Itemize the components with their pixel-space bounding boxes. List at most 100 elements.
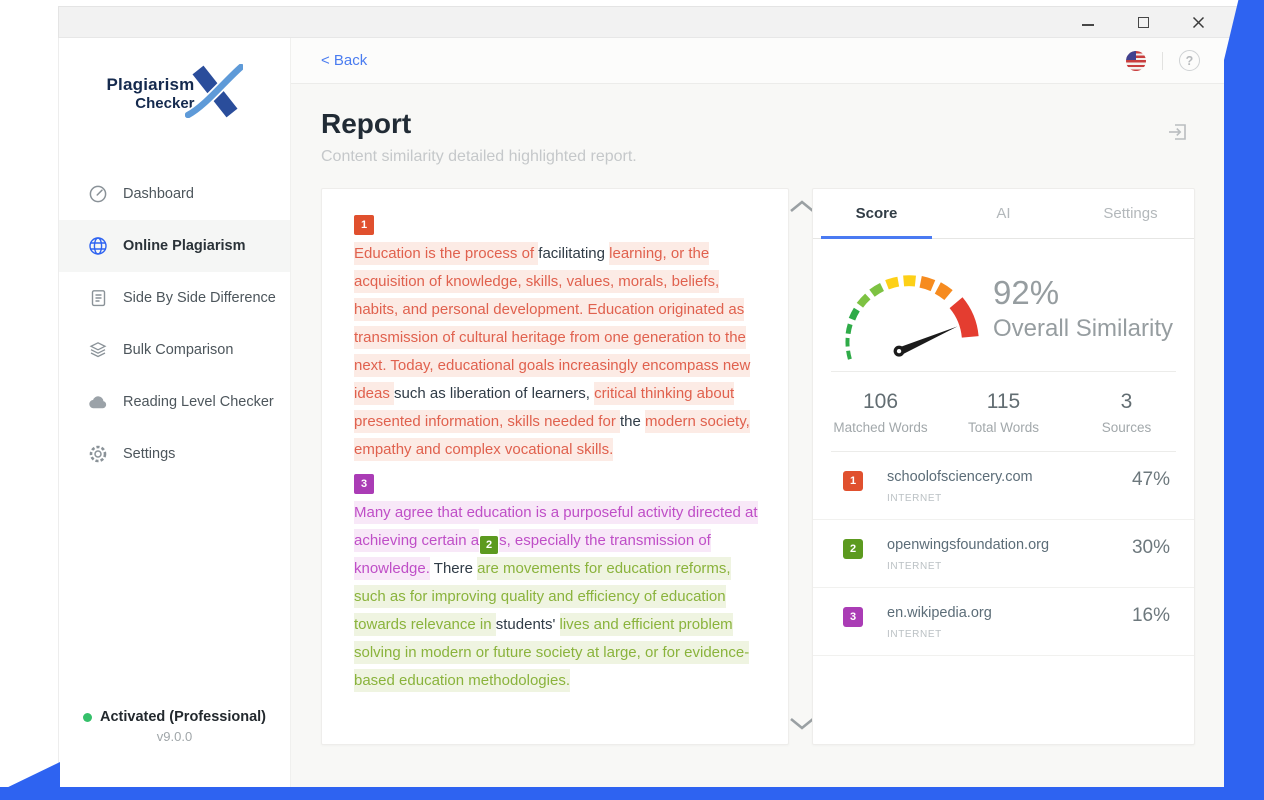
source-row[interactable]: 2 openwingsfoundation.org INTERNET 30%	[813, 520, 1194, 588]
source-row[interactable]: 1 schoolofsciencery.com INTERNET 47%	[813, 452, 1194, 520]
score-panel: Score AI Settings	[812, 188, 1195, 745]
logo-line2: Checker	[107, 95, 195, 112]
sidebar-item-label: Bulk Comparison	[123, 342, 233, 358]
sidebar-item-label: Reading Level Checker	[123, 394, 274, 410]
source-percent: 16%	[1132, 605, 1170, 627]
source-info: en.wikipedia.org INTERNET	[887, 605, 992, 640]
window-accent-bottom	[0, 787, 1264, 800]
source-kind: INTERNET	[887, 493, 1033, 504]
source-3-marker-badge[interactable]: 3	[354, 474, 374, 494]
source-number-badge: 2	[843, 539, 863, 559]
sidebar: Plagiarism Checker Dashboard Online Pl	[58, 38, 291, 788]
highlighted-report-panel: 1 Education is the process of facilitati…	[321, 188, 789, 745]
source-row[interactable]: 3 en.wikipedia.org INTERNET 16%	[813, 588, 1194, 656]
source-number-badge: 3	[843, 607, 863, 627]
logo-line1: Plagiarism	[107, 75, 195, 95]
source-number-badge: 1	[843, 471, 863, 491]
window-accent-corner	[0, 762, 60, 791]
sidebar-item-settings[interactable]: Settings	[59, 428, 290, 480]
layers-icon	[88, 340, 108, 360]
sidebar-item-label: Dashboard	[123, 186, 194, 202]
logo-x-icon	[185, 64, 243, 118]
stat-matched-words: 106 Matched Words	[819, 390, 942, 435]
matched-text-run: Education is the process of	[354, 242, 538, 265]
gear-icon	[88, 444, 108, 464]
maximize-icon	[1138, 17, 1149, 28]
source-info: openwingsfoundation.org INTERNET	[887, 537, 1049, 572]
stat-value: 115	[942, 390, 1065, 414]
window-titlebar	[58, 6, 1264, 38]
sidebar-item-bulk-comparison[interactable]: Bulk Comparison	[59, 324, 290, 376]
sidebar-item-reading-level[interactable]: Reading Level Checker	[59, 376, 290, 428]
sidebar-item-dashboard[interactable]: Dashboard	[59, 168, 290, 220]
app-window: Plagiarism Checker Dashboard Online Pl	[0, 0, 1264, 800]
document-content: 1 Education is the process of facilitati…	[322, 189, 788, 695]
back-link[interactable]: < Back	[321, 52, 367, 69]
stat-sources: 3 Sources	[1065, 390, 1188, 435]
activation-label: Activated (Professional)	[100, 709, 266, 725]
app-logo-text: Plagiarism Checker	[107, 75, 195, 112]
cloud-icon	[88, 392, 108, 412]
window-accent-right	[1224, 0, 1264, 800]
main-content: < Back ? Report Content similarity detai…	[291, 38, 1264, 788]
export-report-button[interactable]	[1166, 120, 1190, 144]
minimize-icon	[1082, 24, 1094, 26]
source-domain: en.wikipedia.org	[887, 605, 992, 621]
stat-label: Sources	[1065, 420, 1188, 435]
activation-dot-icon	[83, 713, 92, 722]
sidebar-item-label: Side By Side Difference	[123, 290, 276, 306]
text-run: facilitating	[538, 242, 609, 265]
sidebar-item-online-plagiarism[interactable]: Online Plagiarism	[59, 220, 290, 272]
help-button[interactable]: ?	[1179, 50, 1200, 71]
stats-row: 106 Matched Words 115 Total Words 3 Sour…	[813, 372, 1194, 451]
page-subtitle: Content similarity detailed highlighted …	[321, 148, 1264, 166]
app-version: v9.0.0	[59, 729, 290, 744]
sidebar-menu: Dashboard Online Plagiarism Side By Side…	[59, 168, 290, 480]
score-panel-tabs: Score AI Settings	[813, 189, 1194, 239]
source-1-marker-badge[interactable]: 1	[354, 215, 374, 235]
tab-score[interactable]: Score	[813, 189, 940, 238]
document-paragraph: 3 Many agree that education is a purpose…	[354, 474, 764, 695]
document-paragraph: 1 Education is the process of facilitati…	[354, 215, 764, 464]
overall-similarity-label: Overall Similarity	[993, 315, 1173, 343]
text-run: students'	[496, 613, 560, 636]
close-button[interactable]	[1191, 15, 1205, 29]
source-2-marker-badge[interactable]: 2	[480, 536, 498, 554]
us-flag-icon[interactable]	[1126, 51, 1146, 71]
maximize-button[interactable]	[1136, 15, 1150, 29]
globe-icon	[88, 236, 108, 256]
overall-similarity-section: 92% Overall Similarity	[813, 239, 1194, 371]
text-run: the	[620, 410, 645, 433]
sidebar-item-side-by-side[interactable]: Side By Side Difference	[59, 272, 290, 324]
source-kind: INTERNET	[887, 629, 992, 640]
document-text: Many agree that education is a purposefu…	[354, 499, 766, 695]
stat-value: 3	[1065, 390, 1188, 414]
source-kind: INTERNET	[887, 561, 1049, 572]
report-header: Report Content similarity detailed highl…	[291, 84, 1264, 166]
source-info: schoolofsciencery.com INTERNET	[887, 469, 1033, 504]
sources-list: 1 schoolofsciencery.com INTERNET 47% 2 o…	[813, 452, 1194, 656]
sidebar-item-label: Online Plagiarism	[123, 238, 246, 254]
tab-settings[interactable]: Settings	[1067, 189, 1194, 238]
page-title: Report	[321, 108, 1264, 140]
tab-ai[interactable]: AI	[940, 189, 1067, 238]
source-domain: schoolofsciencery.com	[887, 469, 1033, 485]
export-icon	[1166, 120, 1190, 144]
text-run: such as liberation of learners,	[394, 382, 594, 405]
speedometer-icon	[88, 184, 108, 204]
source-percent: 30%	[1132, 537, 1170, 559]
app-logo: Plagiarism Checker	[59, 38, 290, 128]
content-header: < Back ?	[291, 38, 1264, 84]
minimize-button[interactable]	[1081, 15, 1095, 29]
stat-value: 106	[819, 390, 942, 414]
source-domain: openwingsfoundation.org	[887, 537, 1049, 553]
stat-label: Matched Words	[819, 420, 942, 435]
overall-similarity-percent: 92%	[993, 274, 1173, 312]
document-icon	[88, 288, 108, 308]
text-run: There	[430, 557, 477, 580]
close-icon	[1192, 16, 1205, 29]
source-percent: 47%	[1132, 469, 1170, 491]
activation-status: Activated (Professional) v9.0.0	[59, 709, 290, 744]
stat-total-words: 115 Total Words	[942, 390, 1065, 435]
header-divider	[1162, 52, 1163, 70]
